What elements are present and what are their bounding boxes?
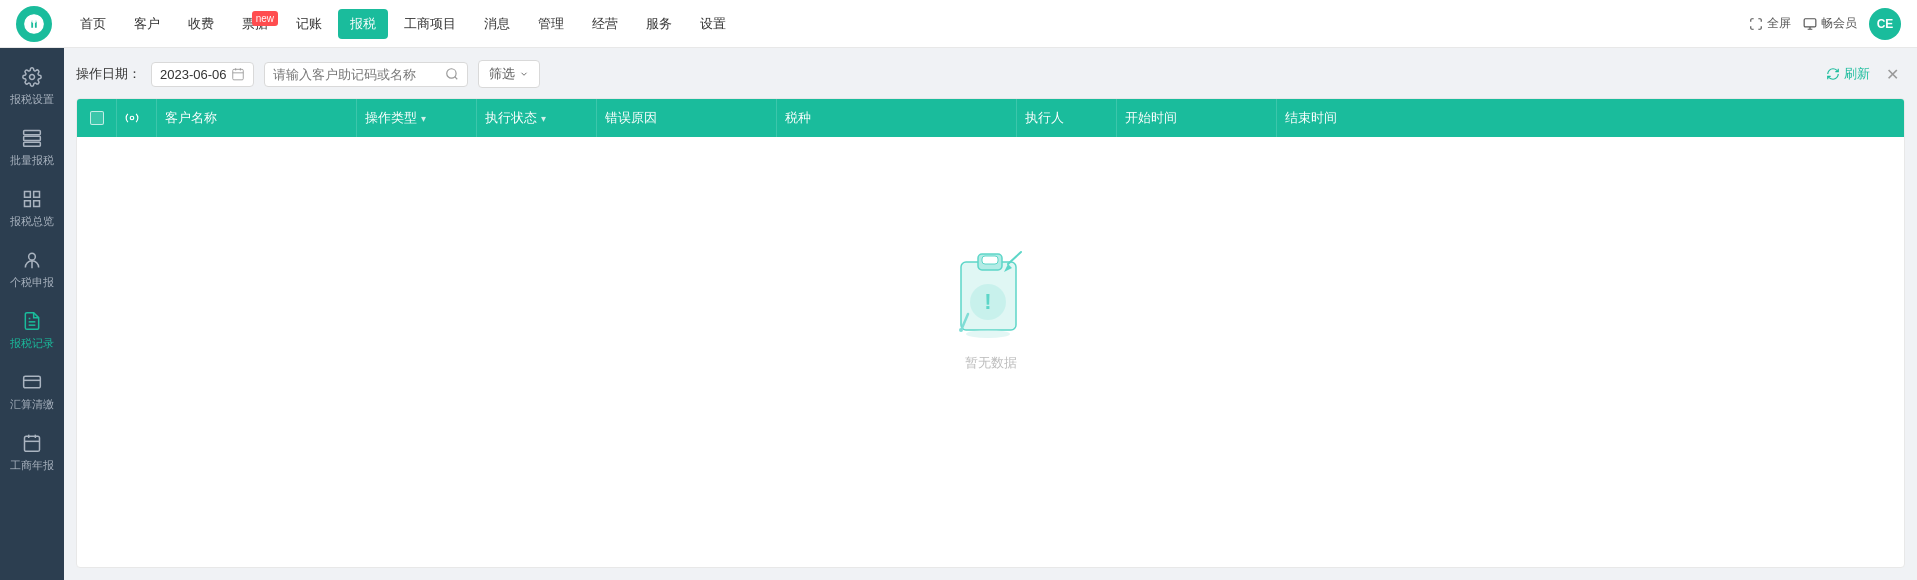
executor-header: 执行人 bbox=[1017, 99, 1117, 137]
batch-icon bbox=[21, 127, 43, 149]
sidebar-item-label: 报税总览 bbox=[10, 214, 54, 229]
sidebar-item-报税设置[interactable]: 报税设置 bbox=[0, 56, 64, 117]
svg-rect-3 bbox=[24, 131, 41, 135]
sidebar-item-label: 汇算清缴 bbox=[10, 397, 54, 412]
svg-line-24 bbox=[1008, 252, 1021, 264]
svg-rect-4 bbox=[24, 136, 41, 140]
content-area: 操作日期： 2023-06-06 筛选 刷新 ✕ bbox=[64, 48, 1917, 580]
operation-type-header: 操作类型 ▾ bbox=[357, 99, 477, 137]
nav-menu: 首页客户收费票据new记账报税工商项目消息管理经营服务设置 bbox=[68, 9, 1749, 39]
nav-item-首页[interactable]: 首页 bbox=[68, 9, 118, 39]
filter-button[interactable]: 筛选 bbox=[478, 60, 540, 88]
sidebar-item-label: 个税申报 bbox=[10, 275, 54, 290]
sidebar-item-报税总览[interactable]: 报税总览 bbox=[0, 178, 64, 239]
member-button[interactable]: 畅会员 bbox=[1803, 15, 1857, 32]
sidebar-item-汇算清缴[interactable]: 汇算清缴 bbox=[0, 361, 64, 422]
svg-point-6 bbox=[29, 253, 36, 260]
app-logo[interactable] bbox=[16, 6, 52, 42]
empty-text: 暂无数据 bbox=[965, 354, 1017, 372]
table-header: 客户名称 操作类型 ▾ 执行状态 ▾ 错误原因 税种 执行人 bbox=[77, 99, 1904, 137]
top-navigation: 首页客户收费票据new记账报税工商项目消息管理经营服务设置 全屏 畅会员 CE bbox=[0, 0, 1917, 48]
exec-status-header: 执行状态 ▾ bbox=[477, 99, 597, 137]
date-label: 操作日期： bbox=[76, 65, 141, 83]
main-layout: 报税设置批量报税报税总览个税申报报税记录汇算清缴工商年报 操作日期： 2023-… bbox=[0, 48, 1917, 580]
empty-illustration: ! bbox=[946, 242, 1036, 342]
start-time-header: 开始时间 bbox=[1117, 99, 1277, 137]
nav-item-工商项目[interactable]: 工商项目 bbox=[392, 9, 468, 39]
nav-item-设置[interactable]: 设置 bbox=[688, 9, 738, 39]
settings-icon bbox=[125, 111, 139, 125]
data-table: 客户名称 操作类型 ▾ 执行状态 ▾ 错误原因 税种 执行人 bbox=[76, 98, 1905, 568]
svg-rect-12 bbox=[25, 436, 40, 451]
svg-rect-1 bbox=[1804, 18, 1816, 26]
svg-point-2 bbox=[30, 75, 35, 80]
end-time-header: 结束时间 bbox=[1277, 99, 1397, 137]
sidebar-item-个税申报[interactable]: 个税申报 bbox=[0, 239, 64, 300]
refresh-icon bbox=[1826, 67, 1840, 81]
settings-icon bbox=[21, 66, 43, 88]
empty-state: ! 暂无数据 bbox=[906, 202, 1076, 412]
search-box[interactable] bbox=[264, 62, 468, 87]
select-all-checkbox[interactable] bbox=[90, 111, 104, 125]
chevron-down-icon bbox=[519, 69, 529, 79]
user-avatar[interactable]: CE bbox=[1869, 8, 1901, 40]
sidebar-item-label: 批量报税 bbox=[10, 153, 54, 168]
overview-icon bbox=[21, 188, 43, 210]
sort-icon: ▾ bbox=[541, 113, 546, 124]
svg-text:!: ! bbox=[984, 289, 991, 314]
search-input[interactable] bbox=[273, 67, 441, 82]
svg-point-28 bbox=[959, 328, 963, 332]
select-all-header[interactable] bbox=[77, 99, 117, 137]
error-reason-header: 错误原因 bbox=[597, 99, 777, 137]
sidebar-item-label: 报税设置 bbox=[10, 92, 54, 107]
nav-item-报税[interactable]: 报税 bbox=[338, 9, 388, 39]
svg-rect-21 bbox=[982, 256, 998, 264]
fullscreen-button[interactable]: 全屏 bbox=[1749, 15, 1791, 32]
svg-rect-10 bbox=[24, 376, 41, 388]
svg-rect-16 bbox=[232, 69, 243, 80]
tax-icon bbox=[21, 249, 43, 271]
nav-item-记账[interactable]: 记账 bbox=[284, 9, 334, 39]
nav-item-收费[interactable]: 收费 bbox=[176, 9, 226, 39]
annual-icon bbox=[21, 432, 43, 454]
sidebar: 报税设置批量报税报税总览个税申报报税记录汇算清缴工商年报 bbox=[0, 48, 64, 580]
svg-point-26 bbox=[966, 330, 1010, 338]
settle-icon bbox=[21, 371, 43, 393]
nav-item-客户[interactable]: 客户 bbox=[122, 9, 172, 39]
sidebar-item-批量报税[interactable]: 批量报税 bbox=[0, 117, 64, 178]
search-icon bbox=[445, 67, 459, 81]
nav-right-section: 全屏 畅会员 CE bbox=[1749, 8, 1901, 40]
sidebar-item-label: 工商年报 bbox=[10, 458, 54, 473]
sort-icon: ▾ bbox=[421, 113, 426, 124]
nav-badge: new bbox=[252, 11, 278, 26]
sidebar-item-工商年报[interactable]: 工商年报 bbox=[0, 422, 64, 483]
nav-item-管理[interactable]: 管理 bbox=[526, 9, 576, 39]
record-icon bbox=[21, 310, 43, 332]
svg-point-18 bbox=[130, 116, 134, 120]
nav-item-消息[interactable]: 消息 bbox=[472, 9, 522, 39]
table-body: ! 暂无数据 bbox=[77, 137, 1904, 477]
sidebar-item-报税记录[interactable]: 报税记录 bbox=[0, 300, 64, 361]
tax-type-header: 税种 bbox=[777, 99, 1017, 137]
nav-item-票据[interactable]: 票据new bbox=[230, 9, 280, 39]
nav-item-经营[interactable]: 经营 bbox=[580, 9, 630, 39]
close-button[interactable]: ✕ bbox=[1880, 63, 1905, 86]
toolbar: 操作日期： 2023-06-06 筛选 刷新 ✕ bbox=[76, 60, 1905, 88]
date-picker[interactable]: 2023-06-06 bbox=[151, 62, 254, 87]
svg-rect-5 bbox=[24, 142, 41, 146]
refresh-button[interactable]: 刷新 bbox=[1826, 65, 1870, 83]
customer-name-header: 客户名称 bbox=[157, 99, 357, 137]
nav-item-服务[interactable]: 服务 bbox=[634, 9, 684, 39]
svg-point-17 bbox=[446, 69, 455, 78]
sidebar-item-label: 报税记录 bbox=[10, 336, 54, 351]
settings-header bbox=[117, 99, 157, 137]
